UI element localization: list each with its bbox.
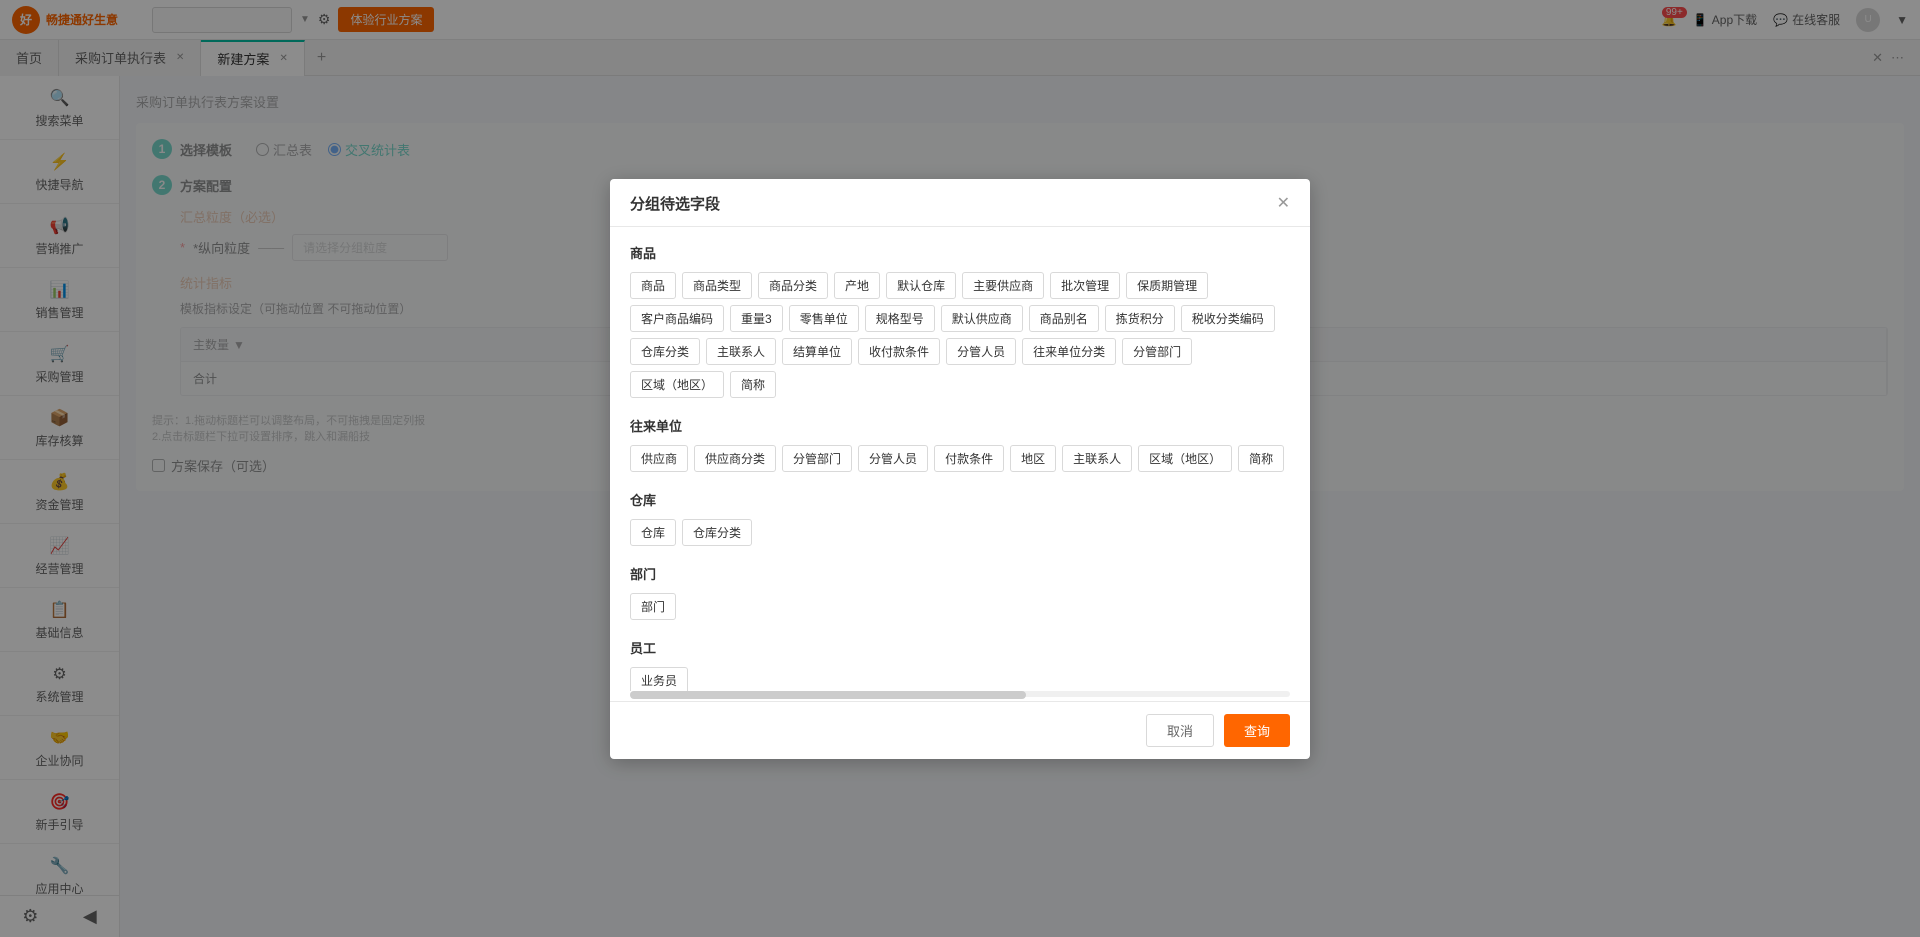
modal-cancel-button[interactable]: 取消: [1146, 714, 1214, 747]
field-tag-jianhuo[interactable]: 拣货积分: [1105, 305, 1175, 332]
section-counterpart-title: 往来单位: [630, 416, 1290, 435]
field-tag-yewuyuan[interactable]: 业务员: [630, 667, 688, 691]
field-tag-baozhi[interactable]: 保质期管理: [1126, 272, 1208, 299]
field-tag-bumen[interactable]: 部门: [630, 593, 676, 620]
field-tag-cangkufenlei2[interactable]: 仓库分类: [682, 519, 752, 546]
field-tag-diqu[interactable]: 地区: [1010, 445, 1056, 472]
field-tag-kehushangpinbianma[interactable]: 客户商品编码: [630, 305, 724, 332]
field-tag-zhongliang3[interactable]: 重量3: [730, 305, 783, 332]
section-employee-fields: 业务员: [630, 667, 1290, 691]
field-tag-shuishou[interactable]: 税收分类编码: [1181, 305, 1275, 332]
section-warehouse-fields: 仓库 仓库分类: [630, 519, 1290, 546]
section-product-title: 商品: [630, 243, 1290, 262]
field-tag-shoufukuantiaojian[interactable]: 收付款条件: [858, 338, 940, 365]
modal-body: 商品 商品 商品类型 商品分类 产地 默认仓库 主要供应商 批次管理 保质期管理…: [610, 227, 1310, 691]
field-tag-wanglaidanweifenlei[interactable]: 往来单位分类: [1022, 338, 1116, 365]
modal-confirm-button[interactable]: 查询: [1224, 714, 1290, 747]
field-tag-fengguanbu[interactable]: 分管部门: [1122, 338, 1192, 365]
field-tag-shangpinleixing[interactable]: 商品类型: [682, 272, 752, 299]
modal-header: 分组待选字段 ✕: [610, 179, 1310, 227]
field-tag-gongyingshang[interactable]: 供应商: [630, 445, 688, 472]
field-tag-cangkufenlei[interactable]: 仓库分类: [630, 338, 700, 365]
section-department-title: 部门: [630, 564, 1290, 583]
section-employee-title: 员工: [630, 638, 1290, 657]
section-warehouse-title: 仓库: [630, 490, 1290, 509]
section-product-fields: 商品 商品类型 商品分类 产地 默认仓库 主要供应商 批次管理 保质期管理 客户…: [630, 272, 1290, 398]
field-tag-morengongyingshang[interactable]: 默认供应商: [941, 305, 1023, 332]
field-tag-guigexinghao[interactable]: 规格型号: [865, 305, 935, 332]
section-warehouse: 仓库 仓库 仓库分类: [630, 490, 1290, 546]
field-tag-shangpinfenlei[interactable]: 商品分类: [758, 272, 828, 299]
field-tag-lingshoudanwei[interactable]: 零售单位: [789, 305, 859, 332]
field-tag-zhulianxiren2[interactable]: 主联系人: [1062, 445, 1132, 472]
field-tag-fengguanrenyuan[interactable]: 分管人员: [946, 338, 1016, 365]
field-tag-shangpin[interactable]: 商品: [630, 272, 676, 299]
field-tag-gongyingfenlei[interactable]: 供应商分类: [694, 445, 776, 472]
field-tag-quyu-sp[interactable]: 区域（地区）: [630, 371, 724, 398]
field-tag-shangpinbieming[interactable]: 商品别名: [1029, 305, 1099, 332]
field-tag-zhuyaogongyingshang[interactable]: 主要供应商: [962, 272, 1044, 299]
field-tag-morencangku[interactable]: 默认仓库: [886, 272, 956, 299]
section-product: 商品 商品 商品类型 商品分类 产地 默认仓库 主要供应商 批次管理 保质期管理…: [630, 243, 1290, 398]
modal-horizontal-scrollbar[interactable]: [630, 691, 1290, 697]
field-tag-cangku[interactable]: 仓库: [630, 519, 676, 546]
field-tag-quyu2[interactable]: 区域（地区）: [1138, 445, 1232, 472]
field-tag-fukuantiaojian[interactable]: 付款条件: [934, 445, 1004, 472]
field-tag-piciciguanli[interactable]: 批次管理: [1050, 272, 1120, 299]
field-tag-fengguanrenyuan2[interactable]: 分管人员: [858, 445, 928, 472]
field-tag-zhulianxiren[interactable]: 主联系人: [706, 338, 776, 365]
section-counterpart-fields: 供应商 供应商分类 分管部门 分管人员 付款条件 地区 主联系人 区域（地区） …: [630, 445, 1290, 472]
section-department: 部门 部门: [630, 564, 1290, 620]
modal-footer: 取消 查询: [610, 701, 1310, 759]
field-tag-jiancheng2[interactable]: 简称: [1238, 445, 1284, 472]
section-employee: 员工 业务员: [630, 638, 1290, 691]
modal-close-button[interactable]: ✕: [1277, 193, 1290, 213]
modal-title: 分组待选字段: [630, 193, 720, 214]
section-counterpart: 往来单位 供应商 供应商分类 分管部门 分管人员 付款条件 地区 主联系人 区域…: [630, 416, 1290, 472]
section-department-fields: 部门: [630, 593, 1290, 620]
modal-overlay: 分组待选字段 ✕ 商品 商品 商品类型 商品分类 产地 默认仓库 主要供应商 批…: [0, 0, 1920, 937]
field-tag-jiesuandanwei[interactable]: 结算单位: [782, 338, 852, 365]
field-tag-jiancheng-sp[interactable]: 简称: [730, 371, 776, 398]
field-tag-fengguanbu2[interactable]: 分管部门: [782, 445, 852, 472]
modal-hscroll-thumb[interactable]: [630, 691, 1026, 699]
field-select-modal: 分组待选字段 ✕ 商品 商品 商品类型 商品分类 产地 默认仓库 主要供应商 批…: [610, 179, 1310, 759]
field-tag-chandi[interactable]: 产地: [834, 272, 880, 299]
